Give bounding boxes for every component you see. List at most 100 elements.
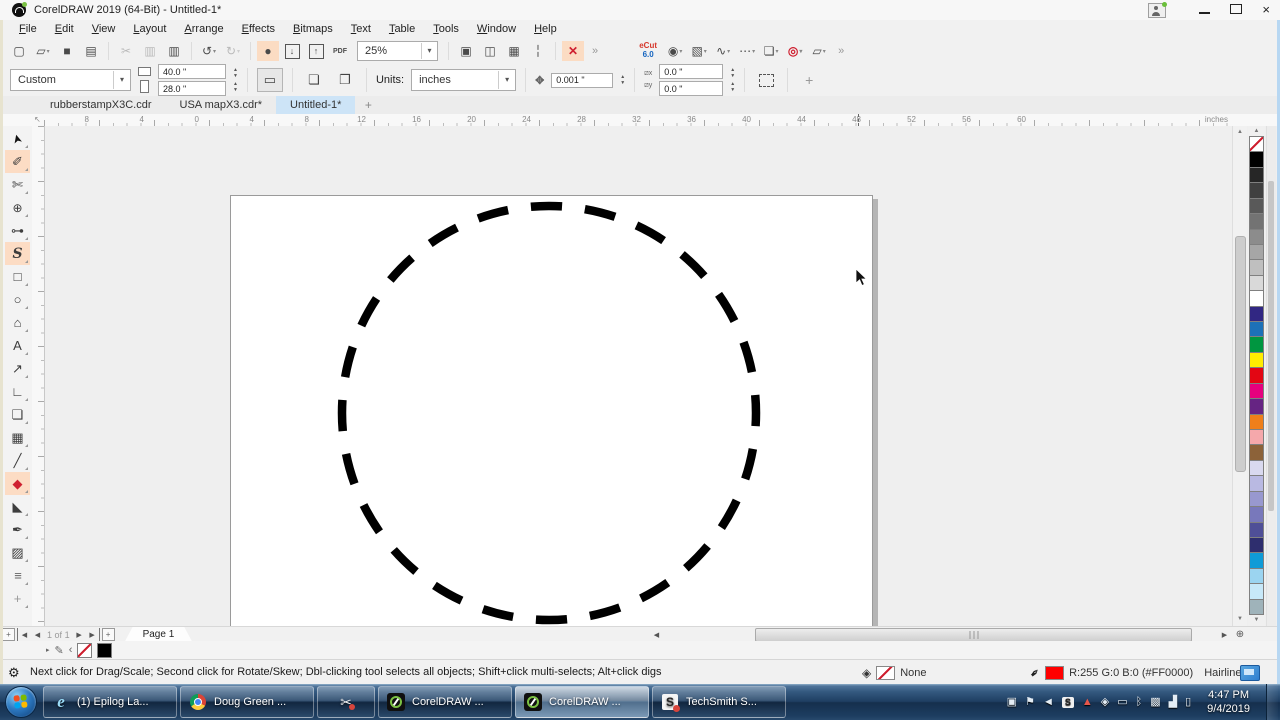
- paste-button[interactable]: ▥: [163, 41, 185, 61]
- palette-scroll-down-icon[interactable]: ▼: [1254, 615, 1260, 626]
- vertical-ruler[interactable]: [32, 126, 45, 626]
- nudge-spinner[interactable]: ▲ ▼: [620, 74, 625, 86]
- palette-swatch-f5a8ab[interactable]: [1249, 429, 1264, 446]
- menu-effects[interactable]: Effects: [233, 20, 284, 38]
- menu-table[interactable]: Table: [380, 20, 424, 38]
- ellipse-tool[interactable]: ○: [5, 288, 30, 311]
- add-page-end-button[interactable]: +: [101, 628, 115, 641]
- rectangle-tool[interactable]: □: [5, 265, 30, 288]
- safely-remove-icon[interactable]: ◈: [1101, 696, 1109, 708]
- horizontal-scroll-thumb[interactable]: [755, 628, 1192, 642]
- page-height-spinner[interactable]: ▲ ▼: [233, 81, 238, 93]
- last-page-button[interactable]: ▶: [86, 628, 100, 641]
- palette-swatch-8c8c8c[interactable]: [1249, 228, 1264, 245]
- units-combo[interactable]: inches ▾: [411, 69, 517, 91]
- scroll-up-icon[interactable]: ▲: [1233, 126, 1247, 139]
- page-height-input[interactable]: 28.0 ": [158, 81, 226, 96]
- undo-button[interactable]: ↺ ▾: [198, 41, 220, 61]
- current-page-button[interactable]: ❐: [333, 69, 357, 91]
- acrobat-tray-icon[interactable]: ▲: [1082, 696, 1093, 708]
- copy-button[interactable]: ▥: [139, 41, 161, 61]
- taskbar-coreldraw-button-1[interactable]: CorelDRAW ...: [378, 686, 512, 718]
- duplicate-x-spinner[interactable]: ▲ ▼: [730, 67, 735, 79]
- tray-app-icon[interactable]: ▣: [1007, 696, 1017, 708]
- plugin-button-4[interactable]: ⋯ ▾: [736, 41, 758, 61]
- menu-bitmaps[interactable]: Bitmaps: [284, 20, 342, 38]
- freehand-tool[interactable]: ⊶: [5, 219, 30, 242]
- duplicate-y-spinner[interactable]: ▲ ▼: [730, 81, 735, 93]
- taskbar-chrome-button[interactable]: Doug Green ...: [180, 686, 314, 718]
- pick-tool[interactable]: ➤: [5, 127, 30, 150]
- scroll-right-icon[interactable]: ▶: [1218, 628, 1231, 641]
- palette-swatch-0f9bd7[interactable]: [1249, 552, 1264, 569]
- palette-swatch-595959[interactable]: [1249, 197, 1264, 215]
- document-tab-1[interactable]: rubberstampX3C.cdr: [36, 96, 166, 114]
- welcome-screen-button[interactable]: ●: [257, 41, 279, 61]
- parallel-dimension-tool[interactable]: ↗: [5, 357, 30, 380]
- paint-bucket-tool[interactable]: ◣: [5, 495, 30, 518]
- import-button[interactable]: ↓: [281, 41, 303, 61]
- document-tab-2[interactable]: USA mapX3.cdr*: [166, 96, 277, 114]
- duplicate-y-input[interactable]: 0.0 ": [659, 81, 724, 96]
- palette-swatch-7878bb[interactable]: [1249, 506, 1264, 523]
- snagit-tray-icon[interactable]: S: [1061, 696, 1074, 708]
- plugin-button-6[interactable]: ◎ ▾: [784, 41, 806, 61]
- palette-swatch-404040[interactable]: [1249, 182, 1264, 199]
- menu-edit[interactable]: Edit: [46, 20, 83, 38]
- palette-swatch-ffffff[interactable]: [1249, 290, 1264, 307]
- eyedropper-icon[interactable]: ✎: [55, 644, 64, 657]
- action-center-icon[interactable]: ⚑: [1025, 696, 1035, 708]
- palette-swatch-bfbfbf[interactable]: [1249, 259, 1264, 276]
- nudge-offset-input[interactable]: 0.001 ": [551, 72, 614, 88]
- redo-button[interactable]: ↻ ▾: [222, 41, 244, 61]
- cut-button[interactable]: ✂: [115, 41, 137, 61]
- bluetooth-icon[interactable]: ᛒ: [1136, 696, 1143, 708]
- palette-swatch-737373[interactable]: [1249, 213, 1264, 230]
- palette-swatch-9fb3ba[interactable]: [1249, 598, 1264, 616]
- shape-tool[interactable]: ✐: [5, 150, 30, 173]
- outline-pen-tool[interactable]: ✒: [5, 518, 30, 541]
- color-eyedropper-tool[interactable]: ╱: [5, 449, 30, 472]
- open-button[interactable]: ▱ ▾: [32, 41, 54, 61]
- treat-as-filled-button[interactable]: [754, 69, 778, 91]
- document-page[interactable]: [230, 195, 873, 626]
- all-pages-button[interactable]: ❏: [302, 69, 326, 91]
- palette-swatch-4f4f97[interactable]: [1249, 521, 1264, 538]
- zoom-tool[interactable]: ⊕: [5, 196, 30, 219]
- taskbar-coreldraw-button-2[interactable]: CorelDRAW ...: [515, 686, 649, 718]
- palette-swatch-e30613[interactable]: [1249, 367, 1264, 384]
- close-button[interactable]: ×: [1262, 0, 1270, 20]
- color-proof-monitor-icon[interactable]: [1240, 665, 1260, 681]
- scroll-left-icon[interactable]: ◀: [650, 628, 663, 641]
- taskbar-ie-button[interactable]: e (1) Epilog La...: [43, 686, 177, 718]
- palette-swatch-d9d9d9[interactable]: [1249, 274, 1264, 292]
- palette-swatch-none[interactable]: [1249, 136, 1264, 153]
- transparency-tool[interactable]: ▦: [5, 426, 30, 449]
- graphics-tray-icon[interactable]: ▩: [1150, 696, 1160, 708]
- navigator-zoom-icon[interactable]: ⊕: [1233, 629, 1247, 640]
- plugin-button-3[interactable]: ∿ ▾: [712, 41, 734, 61]
- fill-tool[interactable]: ▨: [5, 541, 30, 564]
- plugin-button-2[interactable]: ▧ ▾: [688, 41, 710, 61]
- toolbar-overflow-icon[interactable]: »: [832, 45, 850, 57]
- new-document-tab-button[interactable]: +: [355, 96, 381, 114]
- vertical-scrollbar[interactable]: ▲ ▼: [1232, 126, 1247, 626]
- show-grid-button[interactable]: ▦: [503, 41, 525, 61]
- menu-view[interactable]: View: [83, 20, 125, 38]
- palette-swatch-9898cf[interactable]: [1249, 490, 1264, 508]
- palette-swatch-c7e8f8[interactable]: [1249, 583, 1264, 600]
- page-tab[interactable]: Page 1: [125, 627, 193, 642]
- add-tools-button[interactable]: +: [5, 587, 30, 610]
- menu-window[interactable]: Window: [468, 20, 525, 38]
- palette-swatch-9bd4f0[interactable]: [1249, 567, 1264, 585]
- add-page-start-button[interactable]: +: [2, 628, 15, 641]
- scroll-down-icon[interactable]: ▼: [1233, 613, 1247, 626]
- show-rulers-button[interactable]: ◫: [479, 41, 501, 61]
- taskbar-clock[interactable]: 4:47 PM 9/4/2019: [1199, 688, 1258, 716]
- plugin-button-1[interactable]: ◉ ▾: [664, 41, 686, 61]
- next-page-button[interactable]: ▶: [73, 628, 86, 641]
- menu-text[interactable]: Text: [342, 20, 380, 38]
- taskbar-snipping-button[interactable]: ✂: [317, 686, 375, 718]
- display-tray-icon[interactable]: ▭: [1117, 696, 1127, 708]
- palette-swatch-d9d9ef[interactable]: [1249, 459, 1264, 477]
